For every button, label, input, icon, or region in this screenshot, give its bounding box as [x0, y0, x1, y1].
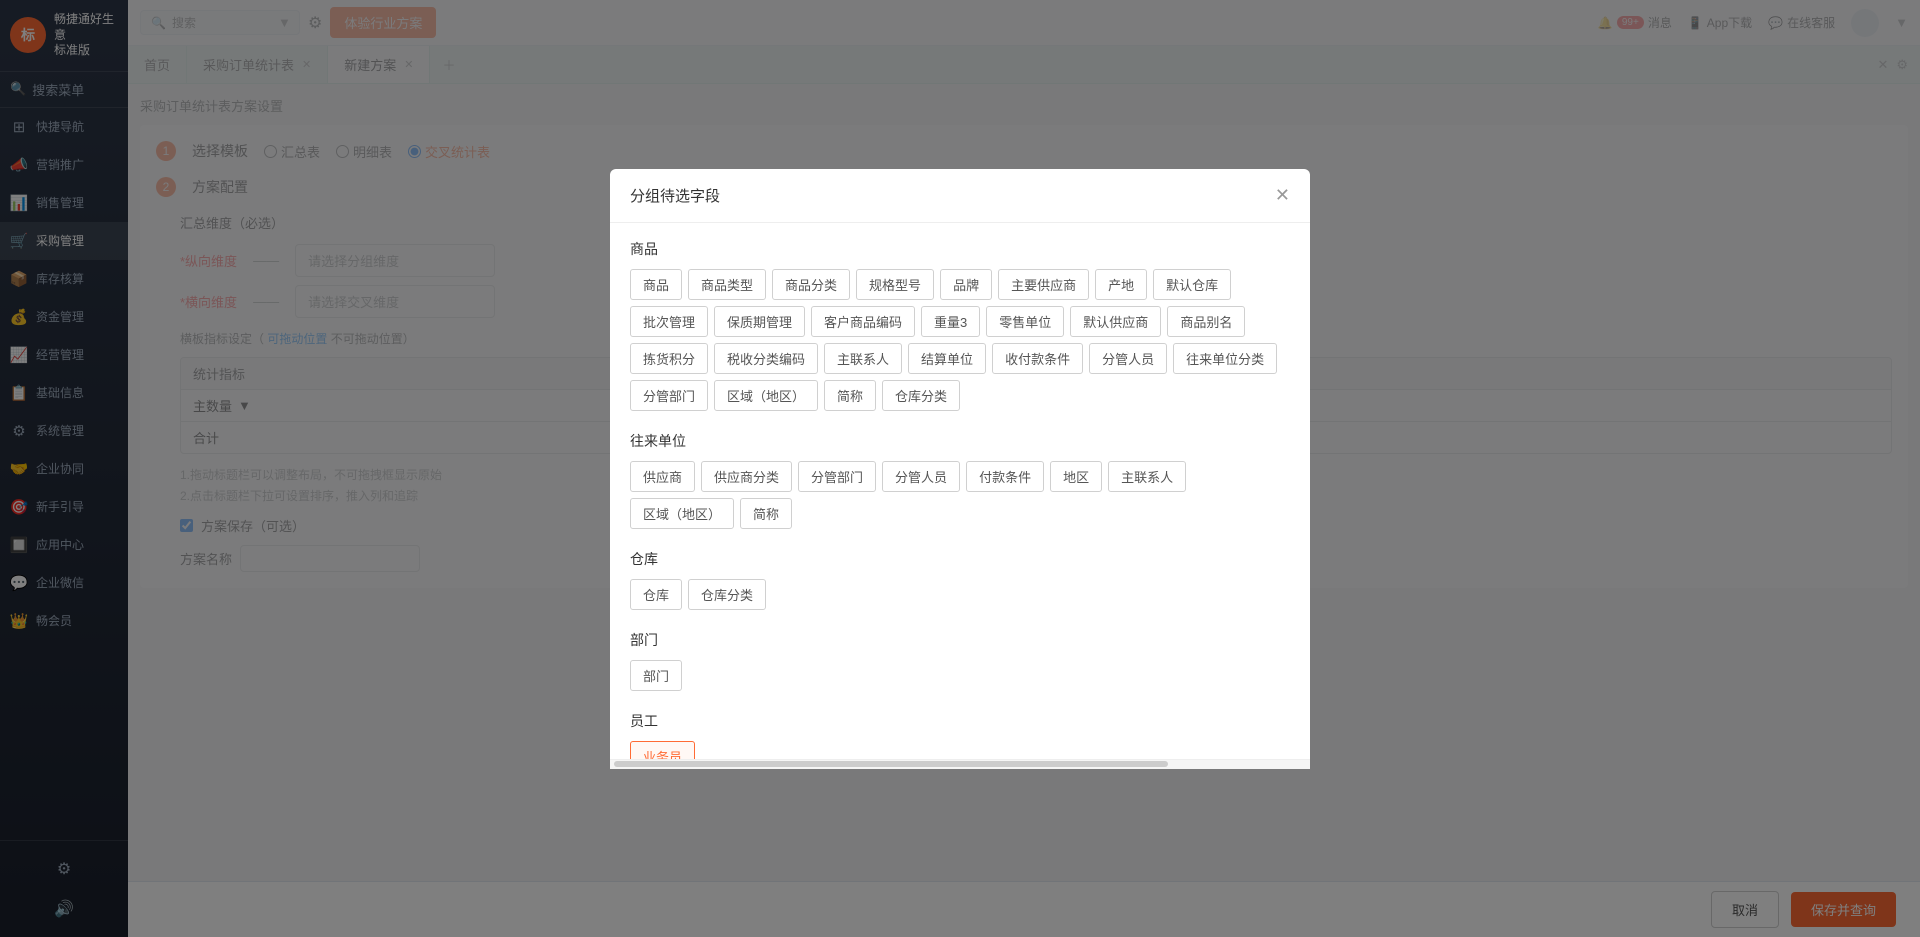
field-tag-0-9[interactable]: 保质期管理	[714, 306, 805, 337]
field-group-title-0: 商品	[630, 239, 1290, 259]
field-tag-0-25[interactable]: 仓库分类	[882, 380, 960, 411]
field-tag-0-19[interactable]: 收付款条件	[992, 343, 1083, 374]
field-tag-0-21[interactable]: 往来单位分类	[1173, 343, 1277, 374]
field-tag-2-0[interactable]: 仓库	[630, 579, 682, 610]
field-tag-0-5[interactable]: 主要供应商	[998, 269, 1089, 300]
field-tag-0-8[interactable]: 批次管理	[630, 306, 708, 337]
field-tag-0-23[interactable]: 区域（地区）	[714, 380, 818, 411]
field-tag-0-13[interactable]: 默认供应商	[1070, 306, 1161, 337]
field-group-员工: 员工业务员	[630, 711, 1290, 759]
field-tag-0-10[interactable]: 客户商品编码	[811, 306, 915, 337]
field-tag-4-0[interactable]: 业务员	[630, 741, 695, 759]
field-group-往来单位: 往来单位供应商供应商分类分管部门分管人员付款条件地区主联系人区域（地区）简称	[630, 431, 1290, 529]
field-tag-1-1[interactable]: 供应商分类	[701, 461, 792, 492]
field-tag-1-3[interactable]: 分管人员	[882, 461, 960, 492]
field-tags-3: 部门	[630, 660, 1290, 691]
field-tag-0-2[interactable]: 商品分类	[772, 269, 850, 300]
field-tag-0-17[interactable]: 主联系人	[824, 343, 902, 374]
field-tag-0-18[interactable]: 结算单位	[908, 343, 986, 374]
field-tag-1-5[interactable]: 地区	[1050, 461, 1102, 492]
modal-body[interactable]: 商品商品商品类型商品分类规格型号品牌主要供应商产地默认仓库批次管理保质期管理客户…	[610, 223, 1310, 759]
modal-close-icon[interactable]: ✕	[1275, 185, 1290, 206]
field-tag-0-3[interactable]: 规格型号	[856, 269, 934, 300]
modal-overlay: 分组待选字段 ✕ 商品商品商品类型商品分类规格型号品牌主要供应商产地默认仓库批次…	[0, 0, 1920, 937]
field-tag-0-0[interactable]: 商品	[630, 269, 682, 300]
field-group-title-2: 仓库	[630, 549, 1290, 569]
field-tag-0-24[interactable]: 简称	[824, 380, 876, 411]
modal-header: 分组待选字段 ✕	[610, 169, 1310, 223]
field-tag-0-16[interactable]: 税收分类编码	[714, 343, 818, 374]
field-group-商品: 商品商品商品类型商品分类规格型号品牌主要供应商产地默认仓库批次管理保质期管理客户…	[630, 239, 1290, 411]
field-tag-0-20[interactable]: 分管人员	[1089, 343, 1167, 374]
field-tag-0-11[interactable]: 重量3	[921, 306, 980, 337]
field-group-仓库: 仓库仓库仓库分类	[630, 549, 1290, 610]
field-tag-0-12[interactable]: 零售单位	[986, 306, 1064, 337]
field-tag-0-4[interactable]: 品牌	[940, 269, 992, 300]
modal-hscroll[interactable]	[610, 759, 1310, 769]
field-tag-0-22[interactable]: 分管部门	[630, 380, 708, 411]
field-select-modal: 分组待选字段 ✕ 商品商品商品类型商品分类规格型号品牌主要供应商产地默认仓库批次…	[610, 169, 1310, 769]
field-tag-3-0[interactable]: 部门	[630, 660, 682, 691]
hscroll-thumb[interactable]	[614, 761, 1168, 767]
modal-title: 分组待选字段	[630, 185, 720, 206]
field-tags-4: 业务员	[630, 741, 1290, 759]
field-tags-0: 商品商品类型商品分类规格型号品牌主要供应商产地默认仓库批次管理保质期管理客户商品…	[630, 269, 1290, 411]
field-tag-0-6[interactable]: 产地	[1095, 269, 1147, 300]
field-tags-1: 供应商供应商分类分管部门分管人员付款条件地区主联系人区域（地区）简称	[630, 461, 1290, 529]
field-tag-1-7[interactable]: 区域（地区）	[630, 498, 734, 529]
field-tag-1-8[interactable]: 简称	[740, 498, 792, 529]
field-group-title-3: 部门	[630, 630, 1290, 650]
field-tag-0-1[interactable]: 商品类型	[688, 269, 766, 300]
field-tag-0-7[interactable]: 默认仓库	[1153, 269, 1231, 300]
field-tag-0-14[interactable]: 商品别名	[1167, 306, 1245, 337]
field-tag-1-0[interactable]: 供应商	[630, 461, 695, 492]
field-tag-2-1[interactable]: 仓库分类	[688, 579, 766, 610]
field-tag-1-4[interactable]: 付款条件	[966, 461, 1044, 492]
field-group-title-4: 员工	[630, 711, 1290, 731]
field-tags-2: 仓库仓库分类	[630, 579, 1290, 610]
field-group-title-1: 往来单位	[630, 431, 1290, 451]
field-tag-1-2[interactable]: 分管部门	[798, 461, 876, 492]
field-tag-0-15[interactable]: 拣货积分	[630, 343, 708, 374]
field-group-部门: 部门部门	[630, 630, 1290, 691]
field-tag-1-6[interactable]: 主联系人	[1108, 461, 1186, 492]
